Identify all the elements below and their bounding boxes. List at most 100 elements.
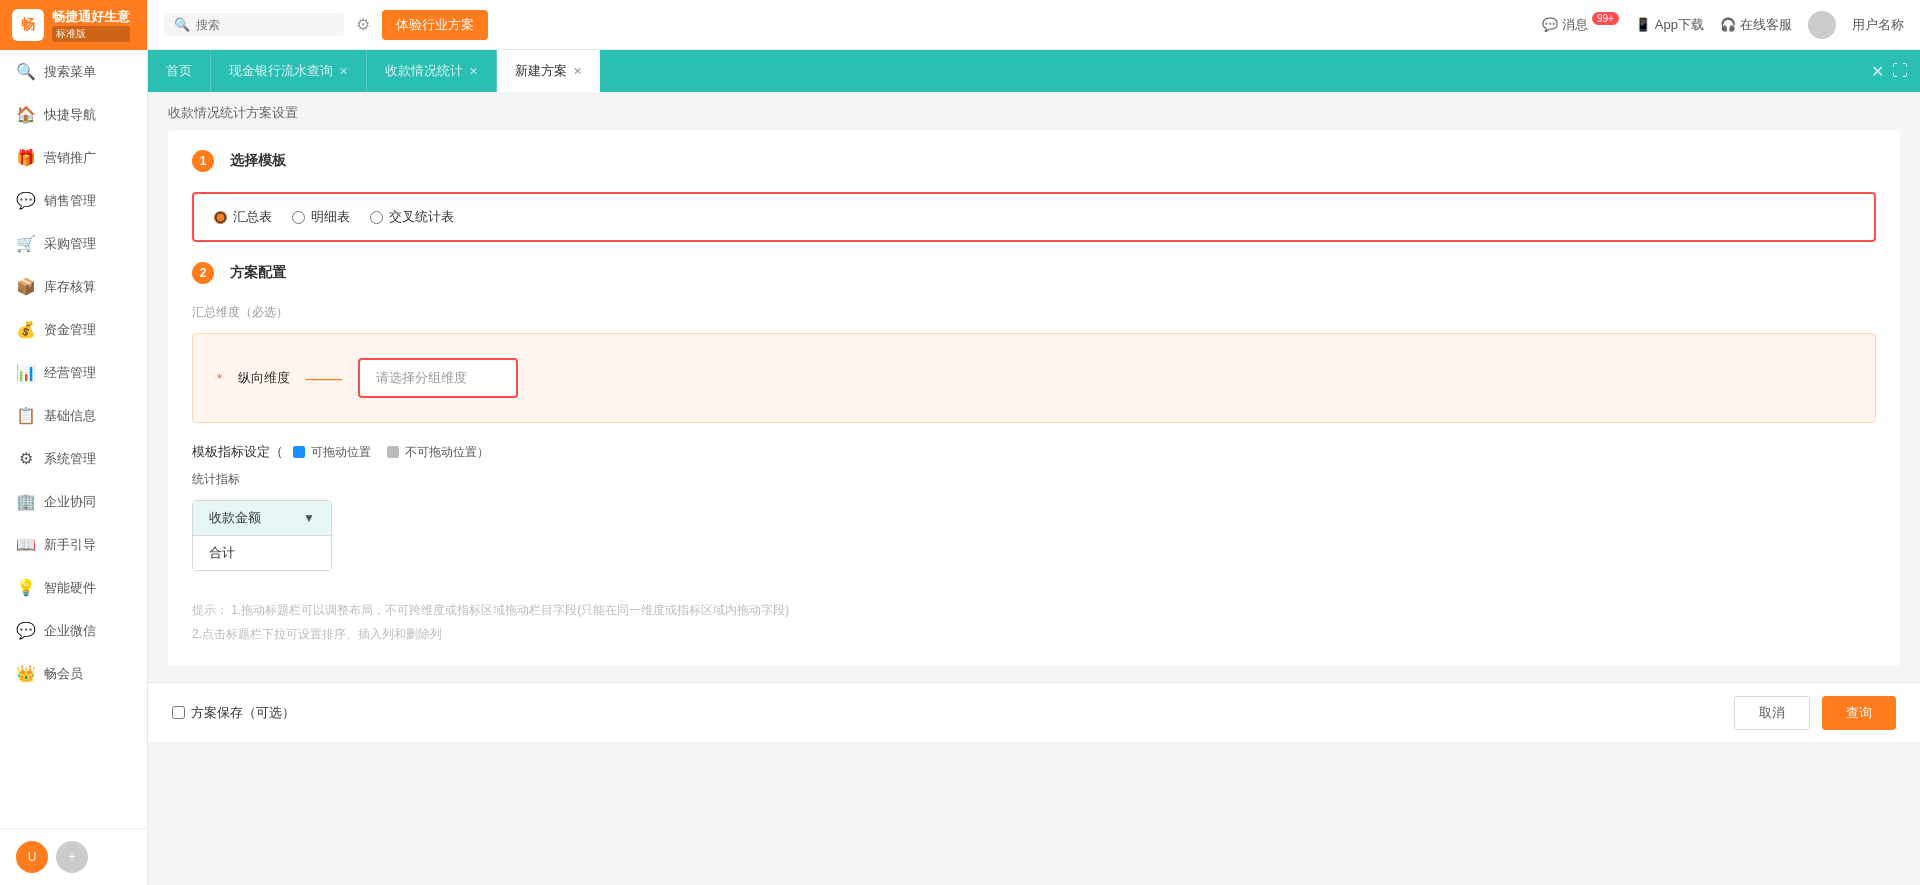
- clipboard-icon: 📋: [16, 406, 36, 425]
- tab-window-close-icon[interactable]: ✕: [1871, 62, 1884, 81]
- tab-new-plan-label: 新建方案: [515, 62, 567, 80]
- stat-table: 收款金额 ▼ 合计: [192, 500, 332, 571]
- sidebar-item-sales[interactable]: 💬 销售管理: [0, 179, 147, 222]
- sidebar-avatar[interactable]: U: [16, 841, 48, 873]
- sidebar-item-marketing[interactable]: 🎁 营销推广: [0, 136, 147, 179]
- save-checkbox[interactable]: [172, 706, 185, 719]
- draggable-toggle: 可拖动位置: [293, 444, 371, 461]
- download-icon: 📱: [1635, 17, 1651, 32]
- tab-collection-stats-label: 收款情况统计: [385, 62, 463, 80]
- step1-header: 1 选择模板: [192, 150, 1876, 172]
- tab-window-expand-icon[interactable]: ⛶: [1892, 62, 1908, 80]
- toggle-group: 可拖动位置 不可拖动位置）: [293, 444, 489, 461]
- sidebar-item-basic-info[interactable]: 📋 基础信息: [0, 394, 147, 437]
- summary-dim-subtitle: 汇总维度（必选）: [192, 304, 1876, 321]
- tab-home[interactable]: 首页: [148, 50, 211, 92]
- tab-bank-flow[interactable]: 现金银行流水查询 ✕: [211, 50, 367, 92]
- step2-label: 方案配置: [230, 264, 286, 282]
- sidebar-item-purchase[interactable]: 🛒 采购管理: [0, 222, 147, 265]
- radio-detail-input[interactable]: [292, 211, 305, 224]
- settings-icon[interactable]: ⚙: [356, 15, 370, 34]
- sidebar-item-system[interactable]: ⚙ 系统管理: [0, 437, 147, 480]
- radio-detail-label: 明细表: [311, 208, 350, 226]
- sidebar-logo: 畅 畅捷通好生意 标准版: [0, 0, 147, 50]
- search-box[interactable]: 🔍: [164, 13, 344, 36]
- cart-icon: 🛒: [16, 234, 36, 253]
- content-area: 收款情况统计方案设置 1 选择模板 汇总表 明细表: [148, 92, 1920, 885]
- radio-summary-label: 汇总表: [233, 208, 272, 226]
- sales-icon: 💬: [16, 191, 36, 210]
- radio-cross-input[interactable]: [370, 211, 383, 224]
- radio-summary-input[interactable]: [214, 211, 227, 224]
- sidebar-item-quick-nav[interactable]: 🏠 快捷导航: [0, 93, 147, 136]
- sidebar-bottom-icon2[interactable]: +: [56, 841, 88, 873]
- bottom-actions: 取消 查询: [1734, 696, 1896, 730]
- download-item[interactable]: 📱 App下载: [1635, 16, 1704, 34]
- tab-bank-flow-close[interactable]: ✕: [339, 65, 348, 78]
- service-item[interactable]: 🎧 在线客服: [1720, 16, 1792, 34]
- radio-summary[interactable]: 汇总表: [214, 208, 272, 226]
- tip-1: 提示： 1.拖动标题栏可以调整布局，不可跨维度或指标区域拖动栏目字段(只能在同一…: [192, 598, 1876, 622]
- sidebar-item-operations[interactable]: 📊 经营管理: [0, 351, 147, 394]
- vertical-dim-required: *: [217, 371, 222, 386]
- sidebar-item-label: 企业协同: [44, 493, 96, 511]
- message-item[interactable]: 💬 消息 99+: [1542, 16, 1619, 34]
- logo-badge: 标准版: [52, 26, 130, 42]
- tab-bank-flow-label: 现金银行流水查询: [229, 62, 333, 80]
- page-title: 收款情况统计方案设置: [148, 92, 1920, 130]
- message-label: 消息: [1562, 16, 1588, 34]
- tab-collection-stats-close[interactable]: ✕: [469, 65, 478, 78]
- tab-new-plan[interactable]: 新建方案 ✕: [497, 50, 600, 92]
- non-draggable-label: 不可拖动位置）: [405, 444, 489, 461]
- sidebar-item-search-menu[interactable]: 🔍 搜索菜单: [0, 50, 147, 93]
- radio-cross-label: 交叉统计表: [389, 208, 454, 226]
- sidebar-item-finance[interactable]: 💰 资金管理: [0, 308, 147, 351]
- sidebar-item-wechat[interactable]: 💬 企业微信: [0, 609, 147, 652]
- indicator-label-text: 模板指标设定（: [192, 443, 283, 461]
- radio-cross[interactable]: 交叉统计表: [370, 208, 454, 226]
- sidebar-item-inventory[interactable]: 📦 库存核算: [0, 265, 147, 308]
- step1-num: 1: [192, 150, 214, 172]
- search-input[interactable]: [196, 18, 334, 32]
- dim-arrow: ——: [306, 368, 342, 389]
- save-checkbox-text: 方案保存（可选）: [191, 704, 295, 722]
- radio-group: 汇总表 明细表 交叉统计表: [214, 208, 454, 226]
- stat-dropdown-arrow[interactable]: ▼: [303, 511, 315, 525]
- home-icon: 🏠: [16, 105, 36, 124]
- config-section: 汇总维度（必选） * 纵向维度 —— 请选择分组维度 模板指标设: [192, 304, 1876, 646]
- sidebar-item-member[interactable]: 👑 畅会员: [0, 652, 147, 695]
- industry-plan-button[interactable]: 体验行业方案: [382, 10, 488, 40]
- user-avatar[interactable]: [1808, 11, 1836, 39]
- main-area: 🔍 ⚙ 体验行业方案 💬 消息 99+ 📱 App下载 🎧 在线客服 用户名称: [148, 0, 1920, 885]
- group-dim-select[interactable]: 请选择分组维度: [358, 358, 518, 398]
- sidebar-item-label: 销售管理: [44, 192, 96, 210]
- download-label: App下载: [1655, 16, 1704, 34]
- bottom-bar: 方案保存（可选） 取消 查询: [148, 682, 1920, 742]
- cancel-button[interactable]: 取消: [1734, 696, 1810, 730]
- draggable-label: 可拖动位置: [311, 444, 371, 461]
- indicator-label-row: 模板指标设定（ 可拖动位置 不可拖动位置）: [192, 443, 1876, 461]
- sidebar-item-label: 搜索菜单: [44, 63, 96, 81]
- radio-detail[interactable]: 明细表: [292, 208, 350, 226]
- save-checkbox-label[interactable]: 方案保存（可选）: [172, 704, 295, 722]
- sidebar-item-label: 智能硬件: [44, 579, 96, 597]
- step2-header: 2 方案配置: [192, 262, 1876, 284]
- draggable-dot: [293, 446, 305, 458]
- tip-2: 2.点击标题栏下拉可设置排序、插入列和删除列: [192, 622, 1876, 646]
- stat-table-row: 合计: [193, 536, 331, 570]
- dim-select-placeholder: 请选择分组维度: [376, 369, 467, 387]
- stat-table-header[interactable]: 收款金额 ▼: [193, 501, 331, 536]
- sidebar-item-label: 采购管理: [44, 235, 96, 253]
- sidebar-item-newbie[interactable]: 📖 新手引导: [0, 523, 147, 566]
- sidebar: 畅 畅捷通好生意 标准版 🔍 搜索菜单 🏠 快捷导航 🎁 营销推广 💬 销售管理…: [0, 0, 148, 885]
- query-button[interactable]: 查询: [1822, 696, 1896, 730]
- step2-num: 2: [192, 262, 214, 284]
- tab-new-plan-close[interactable]: ✕: [573, 65, 582, 78]
- form-card: 1 选择模板 汇总表 明细表 交叉统计表: [168, 130, 1900, 666]
- tabbar: 首页 现金银行流水查询 ✕ 收款情况统计 ✕ 新建方案 ✕ ✕ ⛶: [148, 50, 1920, 92]
- template-section: 汇总表 明细表 交叉统计表: [192, 192, 1876, 242]
- tab-collection-stats[interactable]: 收款情况统计 ✕: [367, 50, 497, 92]
- sidebar-item-smart-hw[interactable]: 💡 智能硬件: [0, 566, 147, 609]
- sidebar-item-enterprise[interactable]: 🏢 企业协同: [0, 480, 147, 523]
- search-menu-icon: 🔍: [16, 62, 36, 81]
